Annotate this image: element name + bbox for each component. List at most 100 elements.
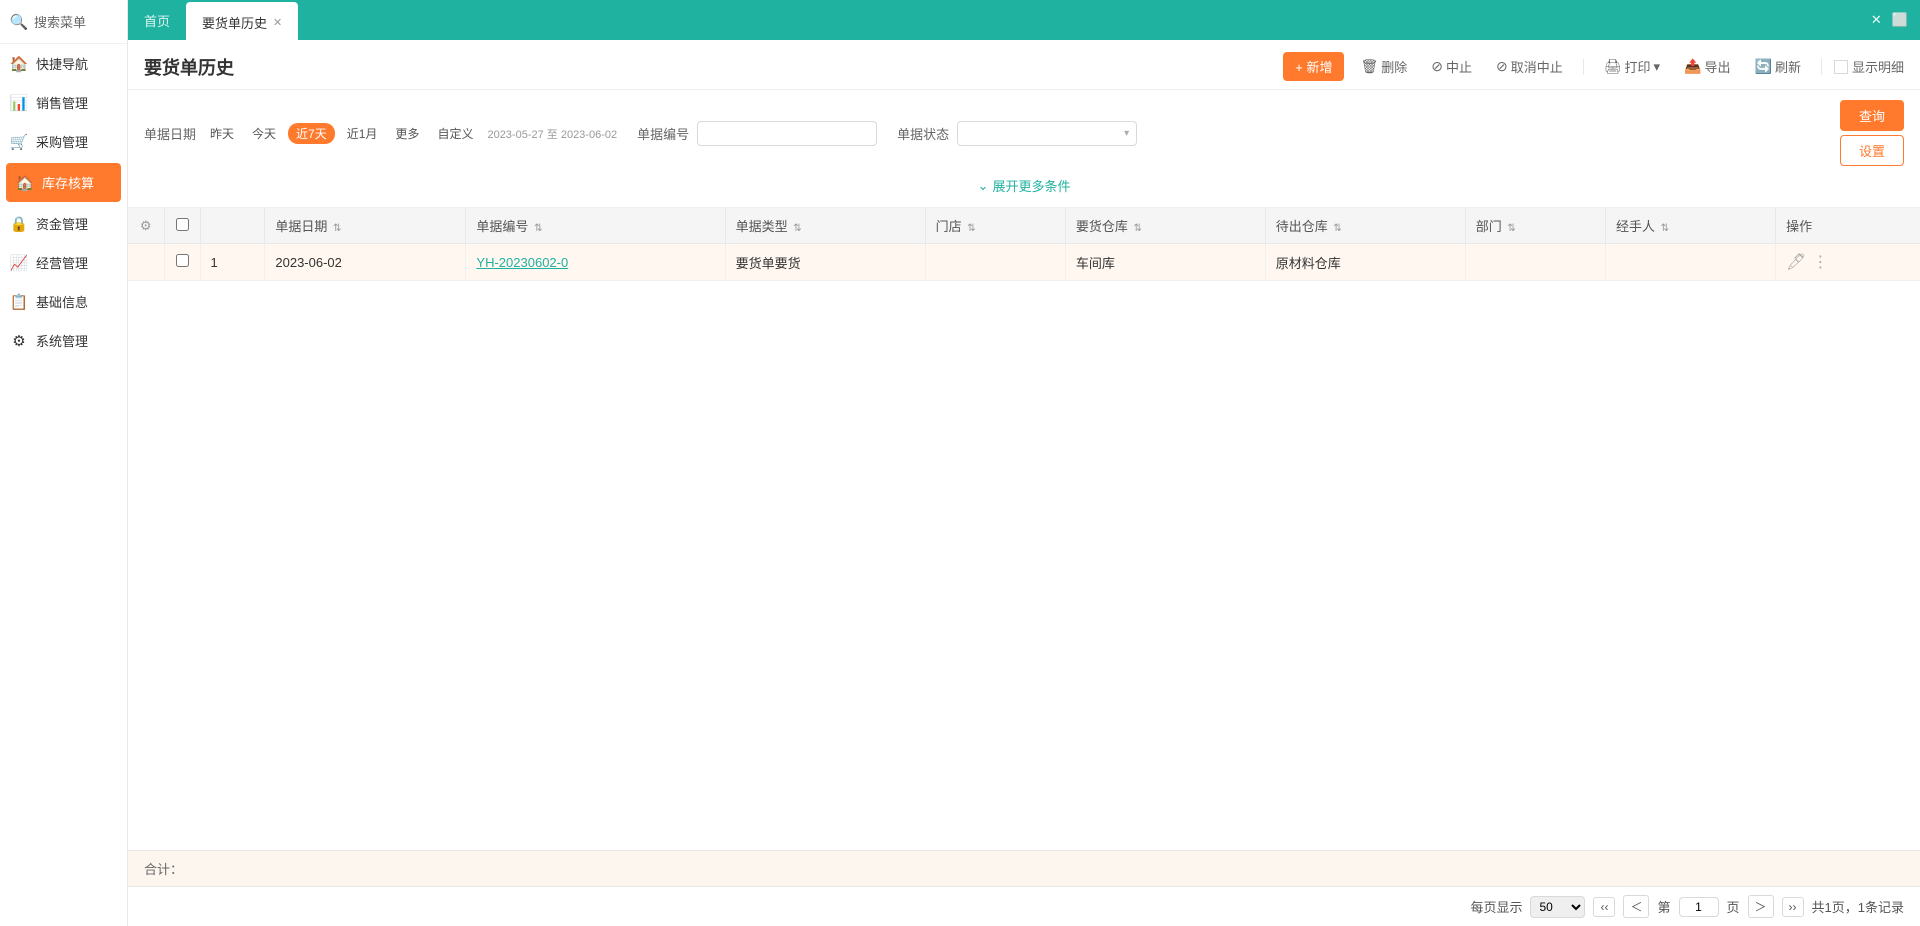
- operation-icon: 📈: [10, 254, 28, 272]
- sidebar-item-label: 系统管理: [36, 331, 88, 350]
- sidebar-search[interactable]: 🔍 搜索菜单: [0, 0, 127, 44]
- stop-button[interactable]: ⊘ 中止: [1423, 53, 1480, 80]
- table-row: 1 2023-06-02 YH-20230602-0 要货单要货: [128, 244, 1920, 281]
- cancel-stop-button[interactable]: ⊘ 取消中止: [1488, 53, 1571, 80]
- sidebar-item-sales[interactable]: 📊 销售管理: [0, 83, 127, 122]
- topbar-maximize-btn[interactable]: ⬜: [1892, 12, 1908, 28]
- col-department[interactable]: 部门 ⇅: [1465, 208, 1605, 244]
- date-last7days[interactable]: 近7天: [288, 123, 335, 144]
- page-suffix: 页: [1727, 897, 1740, 916]
- new-label: + 新增: [1295, 57, 1332, 76]
- per-page-select[interactable]: 10 20 50 100: [1530, 896, 1585, 918]
- date-custom[interactable]: 自定义: [431, 123, 479, 144]
- sort-icon: ⇅: [333, 223, 341, 234]
- sidebar-item-system[interactable]: ⚙ 系统管理: [0, 321, 127, 360]
- sidebar-item-finance[interactable]: 🔒 资金管理: [0, 204, 127, 243]
- tab-home-label: 首页: [144, 11, 170, 30]
- tab-home[interactable]: 首页: [128, 0, 186, 40]
- tab-close-icon[interactable]: ✕: [273, 16, 282, 29]
- sidebar-item-operation[interactable]: 📈 经营管理: [0, 243, 127, 282]
- delete-label: 删除: [1381, 57, 1407, 76]
- print-button[interactable]: 🖨 打印 ▾: [1596, 53, 1668, 80]
- delete-icon: 🗑: [1360, 58, 1378, 75]
- export-button[interactable]: 📤 导出: [1676, 53, 1738, 80]
- bill-no-label: 单据编号: [637, 124, 689, 143]
- page-label: 第: [1657, 897, 1670, 916]
- sidebar-item-inventory[interactable]: 🏠 库存核算: [6, 163, 121, 202]
- sidebar-item-purchase[interactable]: 🛒 采购管理: [0, 122, 127, 161]
- bill-no-link[interactable]: YH-20230602-0: [476, 255, 568, 270]
- prev-page-button[interactable]: ＜: [1623, 895, 1649, 918]
- select-all-checkbox[interactable]: [176, 218, 189, 231]
- col-bill-date[interactable]: 单据日期 ⇅: [265, 208, 466, 244]
- date-yesterday[interactable]: 昨天: [204, 123, 240, 144]
- cell-checkbox: [164, 244, 200, 281]
- system-icon: ⚙: [10, 332, 28, 350]
- summary-label: 合计：: [144, 859, 183, 878]
- cell-settings: [128, 244, 164, 281]
- col-pending-warehouse[interactable]: 待出仓库 ⇅: [1265, 208, 1465, 244]
- col-action: 操作: [1776, 208, 1920, 244]
- cell-req-warehouse: 车间库: [1065, 244, 1265, 281]
- row-checkbox[interactable]: [176, 254, 189, 267]
- refresh-button[interactable]: 🔄 刷新: [1747, 53, 1809, 80]
- home-icon: 🏠: [10, 55, 28, 73]
- delete-button[interactable]: 🗑 删除: [1352, 53, 1415, 80]
- date-range-text: 2023-05-27 至 2023-06-02: [487, 126, 617, 142]
- cell-bill-type: 要货单要货: [725, 244, 925, 281]
- date-today[interactable]: 今天: [246, 123, 282, 144]
- more-icon[interactable]: ⋮: [1812, 252, 1828, 272]
- col-settings[interactable]: ⚙: [128, 208, 164, 244]
- col-shop[interactable]: 门店 ⇅: [925, 208, 1065, 244]
- display-cell-button[interactable]: 显示明细: [1834, 57, 1904, 76]
- col-bill-no[interactable]: 单据编号 ⇅: [466, 208, 725, 244]
- stop-label: 中止: [1446, 57, 1472, 76]
- new-button[interactable]: + 新增: [1283, 52, 1344, 81]
- data-table: ⚙ 单据日期 ⇅ 单据编号 ⇅: [128, 208, 1920, 281]
- table-area: ⚙ 单据日期 ⇅ 单据编号 ⇅: [128, 208, 1920, 850]
- col-bill-type[interactable]: 单据类型 ⇅: [725, 208, 925, 244]
- bill-no-input[interactable]: [697, 121, 877, 146]
- bill-status-select[interactable]: [957, 121, 1137, 146]
- date-more[interactable]: 更多: [389, 123, 425, 144]
- tab-requisition-label: 要货单历史: [202, 13, 267, 32]
- query-button[interactable]: 查询: [1840, 100, 1904, 131]
- expand-chevron-icon: ⌄: [978, 178, 989, 194]
- page-input[interactable]: [1679, 897, 1719, 917]
- sidebar-item-quick-nav[interactable]: 🏠 快捷导航: [0, 44, 127, 83]
- col-handler[interactable]: 经手人 ⇅: [1605, 208, 1775, 244]
- finance-icon: 🔒: [10, 215, 28, 233]
- stop-icon: ⊘: [1431, 58, 1443, 75]
- sidebar-item-label: 基础信息: [36, 292, 88, 311]
- expand-button[interactable]: ⌄ 展开更多条件: [970, 172, 1079, 199]
- cell-pending-warehouse: 原材料仓库: [1265, 244, 1465, 281]
- sort-icon: ⇅: [534, 223, 542, 234]
- print-arrow-icon: ▾: [1654, 59, 1661, 75]
- settings-button[interactable]: 设置: [1840, 135, 1904, 166]
- divider2: [1821, 59, 1822, 75]
- print-label: 打印: [1625, 57, 1651, 76]
- divider: [1583, 59, 1584, 75]
- sidebar-item-label: 快捷导航: [36, 54, 88, 73]
- display-cell-checkbox: [1834, 60, 1848, 74]
- table-footer: 合计：: [128, 850, 1920, 886]
- edit-icon[interactable]: 🖊: [1786, 252, 1806, 272]
- col-seq: [200, 208, 265, 244]
- tab-requisition-history[interactable]: 要货单历史 ✕: [186, 2, 298, 42]
- refresh-icon: 🔄: [1755, 58, 1772, 75]
- topbar-close-btn[interactable]: ✕: [1871, 12, 1882, 28]
- next-page-button[interactable]: ＞: [1748, 895, 1774, 918]
- cell-seq: 1: [200, 244, 265, 281]
- cell-department: [1465, 244, 1605, 281]
- last-page-button[interactable]: ››: [1782, 897, 1804, 917]
- sidebar-item-basic[interactable]: 📋 基础信息: [0, 282, 127, 321]
- topbar-right: ✕ ⬜: [1871, 12, 1920, 28]
- col-req-warehouse[interactable]: 要货仓库 ⇅: [1065, 208, 1265, 244]
- first-page-button[interactable]: ‹‹: [1593, 897, 1615, 917]
- date-last-month[interactable]: 近1月: [341, 123, 384, 144]
- sort-icon: ⇅: [1661, 223, 1669, 234]
- sort-icon: ⇅: [1333, 223, 1341, 234]
- per-page-label: 每页显示: [1470, 897, 1522, 916]
- sidebar-item-label: 资金管理: [36, 214, 88, 233]
- filter-area: 单据日期 昨天 今天 近7天 近1月 更多 自定义 2023-05-27 至 2…: [128, 90, 1920, 208]
